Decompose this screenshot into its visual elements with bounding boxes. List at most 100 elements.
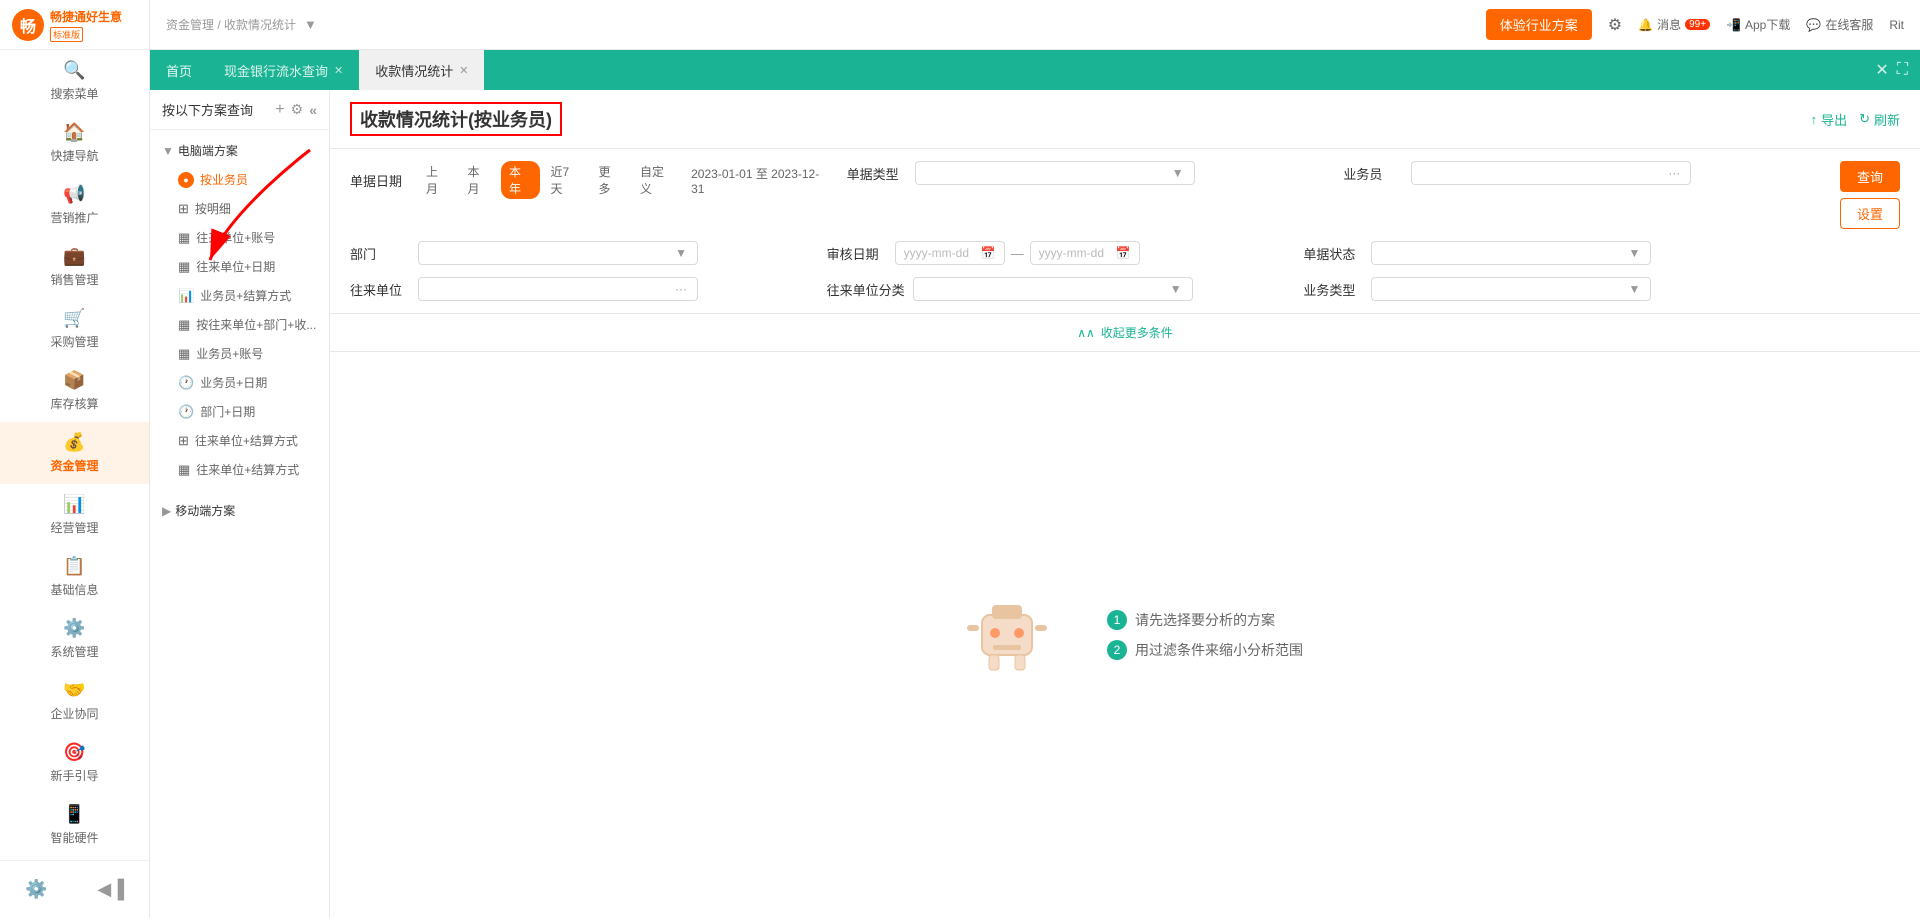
doc-type-select[interactable]: ▼ xyxy=(915,161,1195,185)
doc-type-dropdown-icon: ▼ xyxy=(1172,166,1184,180)
page-title-box: 收款情况统计(按业务员) xyxy=(350,102,562,136)
scheme-item-by-salesperson[interactable]: ● 按业务员 xyxy=(150,165,329,194)
sidebar-settings-btn[interactable]: ⚙️ xyxy=(25,871,47,908)
download-icon: 📲 xyxy=(1726,18,1741,32)
scheme-item-unit-settle1[interactable]: ⊞ 往来单位+结算方式 xyxy=(150,426,329,455)
sidebar-item-collab[interactable]: 🤝 企业协同 xyxy=(0,670,149,732)
review-date-to[interactable]: yyyy-mm-dd 📅 xyxy=(1030,241,1140,265)
settings-btn[interactable]: 设置 xyxy=(1840,198,1900,229)
tab-bank-close[interactable]: ✕ xyxy=(334,64,343,77)
sidebar-item-quicknav[interactable]: 🏠 快捷导航 xyxy=(0,112,149,174)
solution-btn[interactable]: 体验行业方案 xyxy=(1486,9,1592,40)
sidebar-item-warehouse[interactable]: 📦 库存核算 xyxy=(0,360,149,422)
dept-dropdown-icon: ▼ xyxy=(675,246,687,260)
marketing-icon: 📢 xyxy=(63,184,85,205)
scheme-settings-icon[interactable]: ⚙ xyxy=(291,101,304,118)
mobile-arrow-icon: ▶ xyxy=(162,504,171,518)
page-title: 收款情况统计(按业务员) xyxy=(360,110,552,130)
app-logo: 畅 畅捷通好生意 标准版 xyxy=(0,0,149,50)
logo-icon: 畅 xyxy=(12,9,44,41)
warehouse-icon: 📦 xyxy=(63,370,85,391)
page-header: 收款情况统计(按业务员) ↑ 导出 ↻ 刷新 xyxy=(330,90,1920,149)
desktop-group-header[interactable]: ▼ 电脑端方案 xyxy=(150,136,329,165)
online-service-btn[interactable]: 💬 在线客服 xyxy=(1806,16,1873,33)
date-range-display: 2023-01-01 至 2023-12-31 xyxy=(691,165,831,196)
refresh-btn[interactable]: ↻ 刷新 xyxy=(1859,110,1900,129)
sidebar-item-sales[interactable]: 💼 销售管理 xyxy=(0,236,149,298)
filter-doctype-row: 单据类型 ▼ xyxy=(847,161,1328,185)
notification-btn[interactable]: 🔔 消息 99+ xyxy=(1638,16,1710,33)
sidebar-item-marketing[interactable]: 📢 营销推广 xyxy=(0,174,149,236)
counterpart-category-select[interactable]: ▼ xyxy=(913,277,1193,301)
date-tab-last-month[interactable]: 上月 xyxy=(418,161,457,199)
add-scheme-btn[interactable]: + xyxy=(275,101,284,119)
salesperson-scheme-icon: ● xyxy=(178,172,194,188)
query-btn[interactable]: 查询 xyxy=(1840,161,1900,192)
calendar-to-icon: 📅 xyxy=(1116,246,1131,260)
sidebar-collapse-btn[interactable]: ◀▐ xyxy=(97,871,124,908)
calendar-from-icon: 📅 xyxy=(981,246,996,260)
tab-collection[interactable]: 收款情况统计 ✕ xyxy=(359,50,484,90)
tab-bank[interactable]: 现金银行流水查询 ✕ xyxy=(208,50,359,90)
page-actions: ↑ 导出 ↻ 刷新 xyxy=(1811,110,1900,129)
scheme-item-unit-settle2[interactable]: ▦ 往来单位+结算方式 xyxy=(150,455,329,484)
review-date-from[interactable]: yyyy-mm-dd 📅 xyxy=(895,241,1005,265)
sidebar-item-operations[interactable]: 📊 经营管理 xyxy=(0,484,149,546)
date-tab-this-month[interactable]: 本月 xyxy=(459,161,498,199)
topbar-gear-icon[interactable]: ⚙ xyxy=(1608,15,1622,35)
sidebar-item-basic[interactable]: 📋 基础信息 xyxy=(0,546,149,608)
business-type-select[interactable]: ▼ xyxy=(1371,277,1651,301)
scheme-item-by-detail[interactable]: ⊞ 按明细 xyxy=(150,194,329,223)
export-icon: ↑ xyxy=(1811,112,1818,127)
empty-hint: 1 请先选择要分析的方案 2 用过滤条件来缩小分析范围 xyxy=(1107,610,1303,660)
collapse-bar[interactable]: ∧∧ 收起更多条件 xyxy=(330,314,1920,352)
sidebar-item-guide[interactable]: 🎯 新手引导 xyxy=(0,732,149,794)
scheme-item-salesperson-account[interactable]: ▦ 业务员+账号 xyxy=(150,339,329,368)
sidebar-item-search[interactable]: 🔍 搜索菜单 xyxy=(0,50,149,112)
mobile-group-header[interactable]: ▶ 移动端方案 xyxy=(150,496,329,525)
date-tab-custom[interactable]: 自定义 xyxy=(632,161,683,199)
breadcrumb-dropdown-icon[interactable]: ▼ xyxy=(304,17,317,32)
sidebar-item-hardware[interactable]: 📱 智能硬件 xyxy=(0,794,149,856)
right-content: 收款情况统计(按业务员) ↑ 导出 ↻ 刷新 xyxy=(330,90,1920,918)
collapse-sidebar-icon: ◀▐ xyxy=(97,879,124,900)
filter-row3: 往来单位 ··· 往来单位分类 ▼ xyxy=(350,277,1900,301)
scheme-item-unit-date[interactable]: ▦ 往来单位+日期 xyxy=(150,252,329,281)
date-tab-last7[interactable]: 近7天 xyxy=(542,161,588,199)
scheme-item-salesperson-date[interactable]: 🕐 业务员+日期 xyxy=(150,368,329,397)
topbar: 资金管理 / 收款情况统计 ▼ 体验行业方案 ⚙ 🔔 消息 99+ 📲 App下… xyxy=(150,0,1920,50)
tab-home[interactable]: 首页 xyxy=(150,50,208,90)
scheme-item-salesperson-settle[interactable]: 📊 业务员+结算方式 xyxy=(150,281,329,310)
filter-row2: 部门 ▼ 审核日期 yyyy-mm-dd 📅 xyxy=(350,241,1900,265)
review-date-group: yyyy-mm-dd 📅 — yyyy-mm-dd 📅 xyxy=(895,241,1140,265)
scheme-item-unit-account[interactable]: ▦ 往来单位+账号 xyxy=(150,223,329,252)
sidebar-item-system[interactable]: ⚙️ 系统管理 xyxy=(0,608,149,670)
tab-bar: 首页 现金银行流水查询 ✕ 收款情况统计 ✕ ✕ ⛶ xyxy=(150,50,1920,90)
left-panel: 按以下方案查询 + ⚙ « ▼ 电脑端方案 ● 按业务员 xyxy=(150,90,330,918)
salesperson-select[interactable]: ··· xyxy=(1411,161,1691,185)
dept-select[interactable]: ▼ xyxy=(418,241,698,265)
breadcrumb: 资金管理 / 收款情况统计 xyxy=(166,16,296,33)
salesperson-settle-icon: 📊 xyxy=(178,288,194,304)
logo-text: 畅捷通好生意 标准版 xyxy=(50,8,122,42)
tab-collection-close[interactable]: ✕ xyxy=(459,64,468,77)
business-type-dropdown-icon: ▼ xyxy=(1628,282,1640,296)
counterpart-select[interactable]: ··· xyxy=(418,277,698,301)
scheme-collapse-icon[interactable]: « xyxy=(309,102,317,118)
app-download-btn[interactable]: 📲 App下载 xyxy=(1726,16,1790,33)
doc-status-dropdown-icon: ▼ xyxy=(1628,246,1640,260)
user-name[interactable]: Rit xyxy=(1889,18,1904,32)
empty-robot-illustration xyxy=(947,575,1067,695)
scheme-item-dept-date[interactable]: 🕐 部门+日期 xyxy=(150,397,329,426)
export-btn[interactable]: ↑ 导出 xyxy=(1811,110,1848,129)
doc-status-select[interactable]: ▼ xyxy=(1371,241,1651,265)
mobile-scheme-group: ▶ 移动端方案 xyxy=(150,490,329,531)
tab-maximize-btn[interactable]: ⛶ xyxy=(1897,61,1908,79)
scheme-item-unit-dept-collect[interactable]: ▦ 按往来单位+部门+收... xyxy=(150,310,329,339)
tab-close-window-btn[interactable]: ✕ xyxy=(1875,60,1888,80)
sidebar-item-finance[interactable]: 💰 资金管理 xyxy=(0,422,149,484)
date-tab-more[interactable]: 更多 xyxy=(590,161,629,199)
date-tab-this-year[interactable]: 本年 xyxy=(501,161,540,199)
sidebar-item-purchase[interactable]: 🛒 采购管理 xyxy=(0,298,149,360)
finance-icon: 💰 xyxy=(63,432,85,453)
